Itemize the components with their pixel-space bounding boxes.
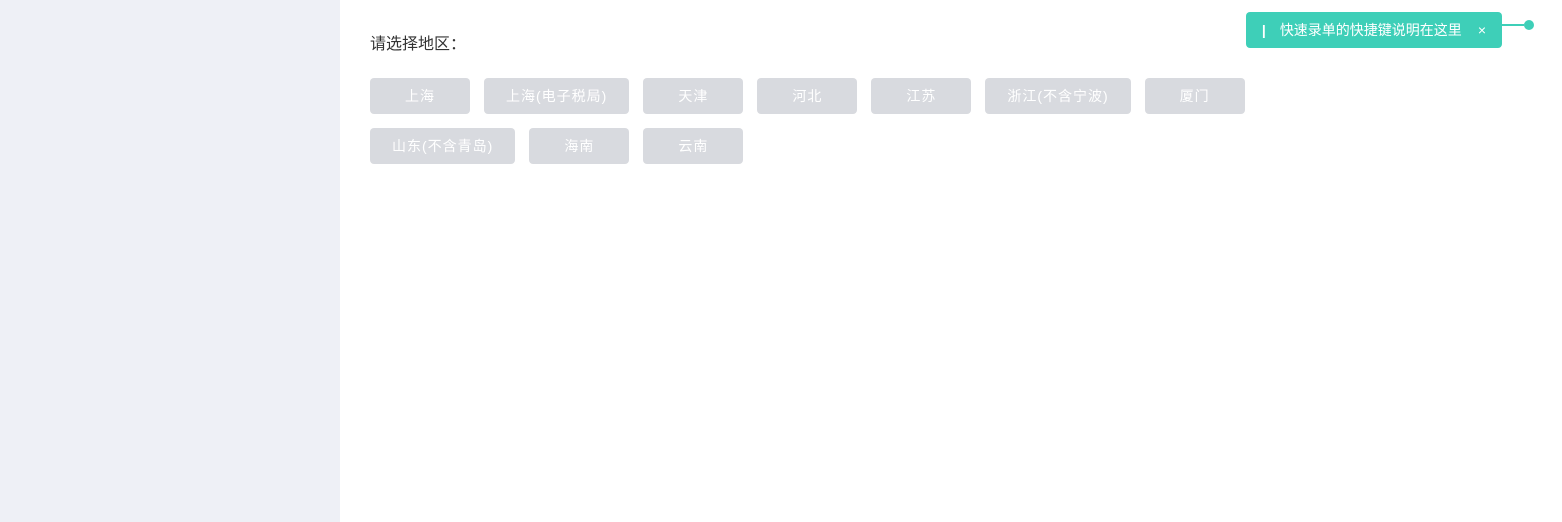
region-button-tianjin[interactable]: 天津	[643, 78, 743, 114]
tooltip-connector-line	[1494, 24, 1524, 26]
region-button-shanghai-etax[interactable]: 上海(电子税局)	[484, 78, 629, 114]
region-row-1: 上海上海(电子税局) 天津河北江苏浙江(不含宁波) 厦门	[370, 78, 1532, 114]
region-button-hainan[interactable]: 海南	[529, 128, 629, 164]
tooltip-banner: 快速录单的快捷键说明在这里 ×	[1246, 12, 1502, 48]
region-button-xiamen[interactable]: 厦门	[1145, 78, 1245, 114]
region-button-yunnan[interactable]: 云南	[643, 128, 743, 164]
region-button-shanghai[interactable]: 上海	[370, 78, 470, 114]
main-content: 请选择地区： 上海上海(电子税局)天津河北江苏浙江(不含宁波)厦门 山东(不含青…	[340, 0, 1562, 522]
region-row-2: 山东(不含青岛) 海南云南	[370, 128, 1532, 164]
region-button-hebei[interactable]: 河北	[757, 78, 857, 114]
sidebar	[0, 0, 340, 522]
region-button-shandong[interactable]: 山东(不含青岛)	[370, 128, 515, 164]
tooltip-indicator-dot	[1524, 20, 1534, 30]
region-button-zhejiang[interactable]: 浙江(不含宁波)	[985, 78, 1130, 114]
region-button-jiangsu[interactable]: 江苏	[871, 78, 971, 114]
tooltip-close-button[interactable]: ×	[1478, 23, 1486, 37]
tooltip-text: 快速录单的快捷键说明在这里	[1280, 20, 1462, 40]
